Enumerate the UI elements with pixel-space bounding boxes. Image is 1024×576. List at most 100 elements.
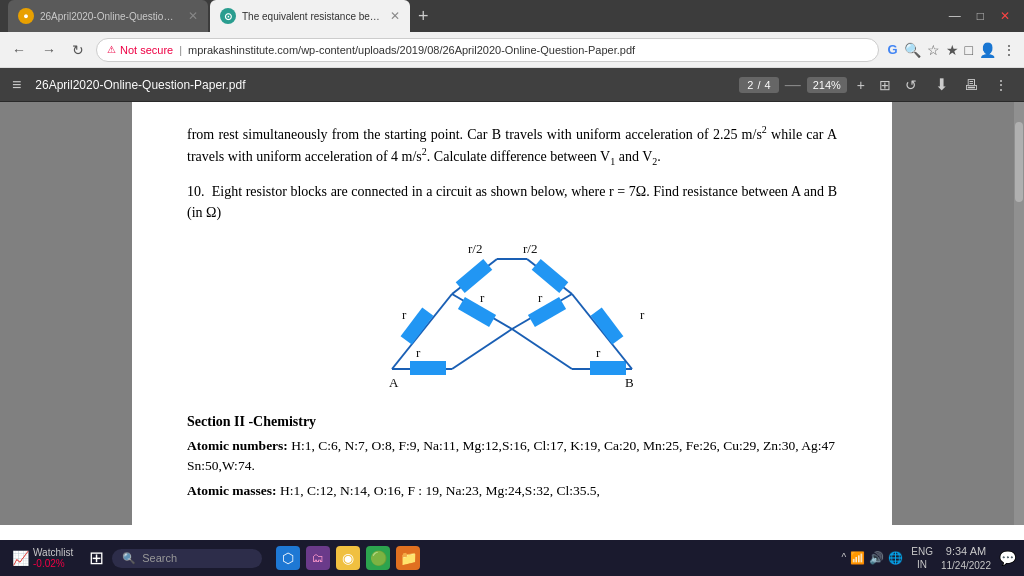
tab-group-icon[interactable]: □ [965, 42, 973, 58]
atomic-masses-label: Atomic masses: [187, 483, 277, 498]
pdf-rotate-icon[interactable]: ↺ [901, 75, 921, 95]
svg-line-5 [572, 294, 632, 369]
google-icon[interactable]: G [887, 42, 897, 57]
circuit-r-outer-left-label: r [402, 307, 407, 322]
taskbar-right: ^ 📶 🔊 🌐 ENG IN 9:34 AM 11/24/2022 💬 [842, 544, 1016, 571]
language-region: IN [911, 558, 933, 571]
scrollbar-thumb[interactable] [1015, 122, 1023, 202]
network-icon[interactable]: 📶 [850, 551, 865, 565]
svg-rect-12 [532, 259, 569, 293]
system-clock[interactable]: 9:34 AM 11/24/2022 [941, 544, 991, 571]
tab1-close[interactable]: ✕ [188, 9, 198, 23]
add-tab-button[interactable]: + [412, 0, 435, 32]
taskbar-search-icon: 🔍 [122, 552, 136, 565]
taskbar-app-chrome[interactable]: ◉ [336, 546, 360, 570]
scrollbar[interactable] [1014, 102, 1024, 525]
question-10-text: Eight resistor blocks are connected in a… [187, 184, 837, 220]
circuit-r-inner-left-top-label: r [480, 290, 485, 305]
tab2-label: The equivalent resistance betwe... [242, 11, 380, 22]
svg-line-18 [512, 329, 572, 369]
browser-titlebar: ● 26April2020-Online-Question-P... ✕ ⊙ T… [0, 0, 1024, 32]
svg-rect-14 [458, 297, 496, 327]
profile-icon[interactable]: 👤 [979, 42, 996, 58]
circuit-r-bottom-right-label: r [596, 345, 601, 360]
more-options-icon[interactable]: ⋮ [1002, 42, 1016, 58]
taskbar-app-icons: ⬡ 🗂 ◉ 🟢 📁 [276, 546, 420, 570]
tab-2[interactable]: ⊙ The equivalent resistance betwe... ✕ [210, 0, 410, 32]
pdf-menu-icon[interactable]: ≡ [12, 76, 21, 94]
tab-bar: ● 26April2020-Online-Question-P... ✕ ⊙ T… [8, 0, 927, 32]
bookmark-icon[interactable]: ☆ [927, 42, 940, 58]
pdf-toolbar: ≡ 26April2020-Online-Question-Paper.pdf … [0, 68, 1024, 102]
watchlist-widget[interactable]: 📈 Watchlist -0.02% [12, 547, 73, 569]
url-bar[interactable]: ⚠ Not secure | mprakashinstitute.com/wp-… [96, 38, 879, 62]
watchlist-percent: -0.02% [33, 558, 73, 569]
taskbar-app-other[interactable]: 🟢 [366, 546, 390, 570]
circuit-diagram: .wire { stroke: #1a5fb4; stroke-width: 2… [187, 239, 837, 399]
pdf-page-sep: / [757, 79, 760, 91]
start-button[interactable]: ⊞ [89, 547, 104, 569]
taskbar-app-more[interactable]: 📁 [396, 546, 420, 570]
close-button[interactable]: ✕ [994, 9, 1016, 23]
svg-rect-3 [590, 361, 626, 375]
address-actions: G 🔍 ☆ ★ □ 👤 ⋮ [887, 42, 1016, 58]
search-lens-icon[interactable]: 🔍 [904, 42, 921, 58]
taskbar-search[interactable]: 🔍 Search [112, 549, 262, 568]
atomic-masses-val: H:1, C:12, N:14, O:16, F : 19, Na:23, Mg… [277, 483, 600, 498]
circuit-r-inner-right-top-label: r [538, 290, 543, 305]
notification-icon[interactable]: 💬 [999, 550, 1016, 566]
section-title: Section II -Chemistry [187, 411, 837, 432]
circuit-r-half-right-label: r/2 [523, 241, 537, 256]
pdf-controls: 2 / 4 — 214% + ⊞ ↺ [739, 75, 921, 95]
pdf-more-icon[interactable]: ⋮ [990, 75, 1012, 95]
battery-notification-icon[interactable]: 🌐 [888, 551, 903, 565]
tab1-label: 26April2020-Online-Question-P... [40, 11, 178, 22]
forward-button[interactable]: → [38, 40, 60, 60]
not-secure-label: Not secure [120, 44, 173, 56]
extension-icon[interactable]: ★ [946, 42, 959, 58]
pdf-page: from rest simultaneously from the starti… [132, 102, 892, 525]
volume-icon[interactable]: 🔊 [869, 551, 884, 565]
circuit-svg: .wire { stroke: #1a5fb4; stroke-width: 2… [342, 239, 682, 399]
svg-rect-2 [410, 361, 446, 375]
svg-line-17 [452, 329, 512, 369]
url-text: mprakashinstitute.com/wp-content/uploads… [188, 44, 635, 56]
pdf-title: 26April2020-Online-Question-Paper.pdf [35, 78, 729, 92]
tab2-favicon: ⊙ [220, 8, 236, 24]
pdf-download-icon[interactable]: ⬇ [931, 73, 952, 96]
paragraph-intro: from rest simultaneously from the starti… [187, 122, 837, 169]
tab2-close[interactable]: ✕ [390, 9, 400, 23]
tab-1[interactable]: ● 26April2020-Online-Question-P... ✕ [8, 0, 208, 32]
maximize-button[interactable]: □ [971, 9, 990, 23]
atomic-numbers-line: Atomic numbers: H:1, C:6, N:7, O:8, F:9,… [187, 436, 837, 477]
security-warning-icon: ⚠ [107, 44, 116, 55]
pdf-dash: — [785, 76, 801, 94]
pdf-total-pages: 4 [765, 79, 771, 91]
url-separator: | [179, 44, 182, 56]
address-bar: ← → ↻ ⚠ Not secure | mprakashinstitute.c… [0, 32, 1024, 68]
pdf-zoom-plus-icon[interactable]: + [853, 75, 869, 95]
svg-rect-16 [528, 297, 566, 327]
svg-rect-9 [456, 259, 493, 293]
question-10: 10. Eight resistor blocks are connected … [187, 181, 837, 223]
pdf-print-icon[interactable]: 🖶 [960, 75, 982, 95]
circuit-r-outer-right-label: r [640, 307, 645, 322]
refresh-button[interactable]: ↻ [68, 40, 88, 60]
taskbar: 📈 Watchlist -0.02% ⊞ 🔍 Search ⬡ 🗂 ◉ 🟢 📁 … [0, 540, 1024, 576]
pdf-current-page[interactable]: 2 [747, 79, 753, 91]
pdf-right-buttons: ⬇ 🖶 ⋮ [931, 73, 1012, 96]
taskbar-app-browser[interactable]: ⬡ [276, 546, 300, 570]
pdf-zoom-value[interactable]: 214% [807, 77, 847, 93]
taskbar-search-label: Search [142, 552, 177, 564]
minimize-button[interactable]: — [943, 9, 967, 23]
language-indicator: ENG IN [911, 545, 933, 571]
back-button[interactable]: ← [8, 40, 30, 60]
pdf-fit-icon[interactable]: ⊞ [875, 75, 895, 95]
window-controls: — □ ✕ [943, 9, 1016, 23]
language-code: ENG [911, 545, 933, 558]
atomic-numbers-label: Atomic numbers: [187, 438, 288, 453]
taskbar-app-files[interactable]: 🗂 [306, 546, 330, 570]
watchlist-icon: 📈 [12, 550, 29, 566]
tray-chevron-icon[interactable]: ^ [842, 552, 847, 563]
pdf-content-area: from rest simultaneously from the starti… [0, 102, 1024, 525]
